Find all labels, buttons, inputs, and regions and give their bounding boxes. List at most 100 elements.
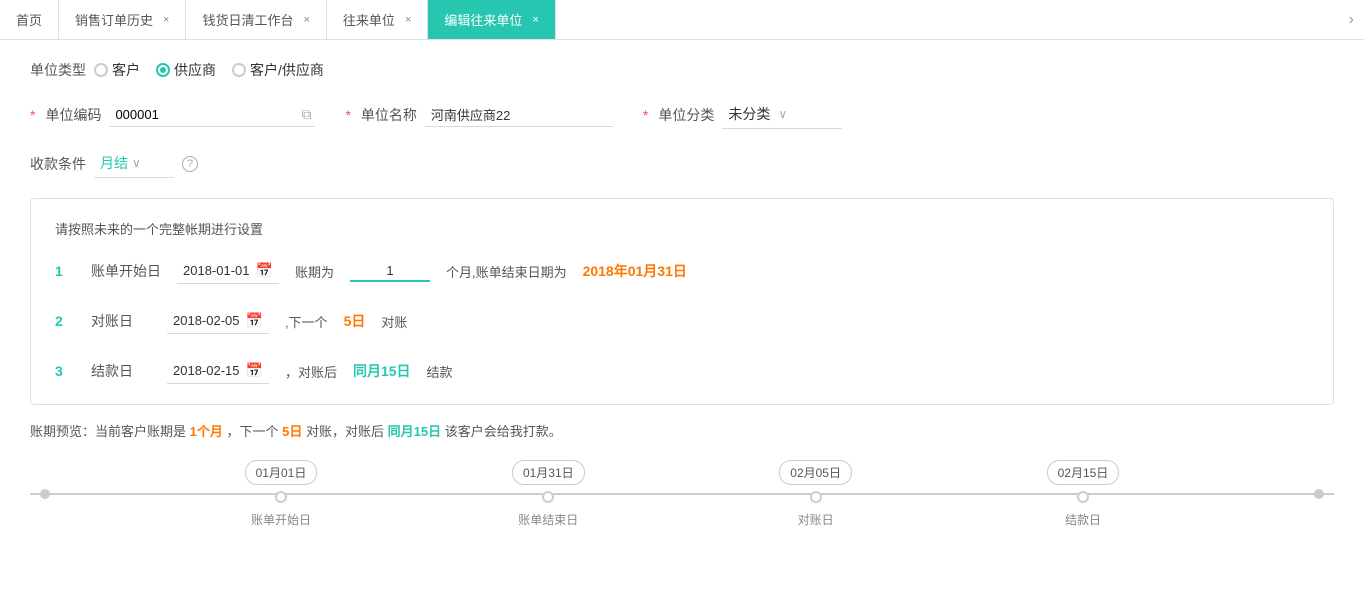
- period-box: 请按照未来的一个完整帐期进行设置 1 账单开始日 2018-01-01 📅 账期…: [30, 198, 1334, 405]
- period-date-1: 2018-01-01 📅: [177, 258, 279, 284]
- timeline-left-dot: [40, 489, 50, 499]
- summary: 账期预览：当前客户账期是 1个月 ，下一个 5日 对账，对账后 同月15日 该客…: [30, 421, 1334, 440]
- radio-supplier-circle: [156, 63, 170, 77]
- tab-sales-history-close[interactable]: ×: [163, 14, 169, 26]
- radio-supplier[interactable]: 供应商: [156, 60, 216, 80]
- timeline-label-3: 对账日: [798, 511, 834, 528]
- period-suffix-3: 结款: [427, 362, 453, 381]
- radio-customer-label: 客户: [112, 60, 140, 80]
- name-group: * 单位名称: [345, 103, 612, 127]
- period-prefix-3: ，对账后: [285, 362, 337, 381]
- period-end-date-1: 2018年01月31日: [583, 261, 687, 281]
- period-date-val-3: 2018-02-15: [173, 363, 240, 378]
- unit-type-group: 单位类型 客户 供应商 客户/供应商: [30, 60, 324, 80]
- period-date-val-1: 2018-01-01: [183, 263, 250, 278]
- tab-edit-partner[interactable]: 编辑往来单位 ×: [428, 0, 555, 39]
- code-input-wrapper: ⧉: [109, 103, 315, 127]
- timeline-container: 01月01日 账单开始日 01月31日 账单结束日 02月05日 对账日 02月…: [30, 460, 1334, 528]
- code-copy-icon[interactable]: ⧉: [297, 106, 315, 123]
- tab-edit-partner-close[interactable]: ×: [532, 14, 538, 26]
- period-prefix-2: ,下一个: [285, 312, 328, 331]
- period-cal-icon-1[interactable]: 📅: [256, 262, 273, 279]
- timeline-label-2: 账单结束日: [518, 511, 578, 528]
- period-label-3: 结款日: [91, 361, 151, 381]
- period-highlight-2: 5日: [344, 311, 366, 331]
- period-label-2: 对账日: [91, 311, 151, 331]
- main-content: 单位类型 客户 供应商 客户/供应商 * 单位编码: [0, 40, 1364, 608]
- timeline-circle-1: [275, 491, 287, 503]
- period-num-2: 2: [55, 313, 75, 329]
- tab-sales-history[interactable]: 销售订单历史 ×: [59, 0, 186, 39]
- period-num-3: 3: [55, 363, 75, 379]
- timeline-badge-3: 02月05日: [779, 460, 852, 485]
- timeline-label-1: 账单开始日: [251, 511, 311, 528]
- radio-both-label: 客户/供应商: [250, 60, 324, 80]
- tab-cash-work[interactable]: 钱货日清工作台 ×: [186, 0, 326, 39]
- tab-expand-button[interactable]: ›: [1339, 0, 1364, 39]
- radio-customer[interactable]: 客户: [94, 60, 140, 80]
- code-name-row: * 单位编码 ⧉ * 单位名称 * 单位分类 未分类 ∨: [30, 100, 1334, 129]
- tab-partner-close[interactable]: ×: [405, 14, 411, 26]
- timeline-nodes: 01月01日 账单开始日 01月31日 账单结束日 02月05日 对账日 02月…: [40, 460, 1324, 528]
- unit-type-label: 单位类型: [30, 60, 86, 80]
- timeline-badge-2: 01月31日: [512, 460, 585, 485]
- period-date-2: 2018-02-05 📅: [167, 308, 269, 334]
- timeline-label-4: 结款日: [1065, 511, 1101, 528]
- timeline-node-2: 01月31日 账单结束日: [512, 460, 585, 528]
- category-label: 单位分类: [658, 105, 714, 125]
- tab-partner[interactable]: 往来单位 ×: [327, 0, 428, 39]
- tab-bar: 首页 销售订单历史 × 钱货日清工作台 × 往来单位 × 编辑往来单位 × ›: [0, 0, 1364, 40]
- category-value: 未分类: [728, 104, 770, 124]
- period-row-2: 2 对账日 2018-02-05 📅 ,下一个 5日 对账: [55, 308, 1309, 334]
- summary-part3: 同月15日: [388, 424, 441, 439]
- timeline-node-3: 02月05日 对账日: [779, 460, 852, 528]
- summary-prefix: 账期预览：当前客户账期是: [30, 424, 186, 439]
- category-select[interactable]: 未分类 ∨: [722, 100, 842, 129]
- payment-chevron-icon: ∨: [132, 156, 141, 170]
- code-star: *: [30, 107, 35, 123]
- period-label-1: 账单开始日: [91, 261, 161, 281]
- timeline-circle-3: [810, 491, 822, 503]
- period-unit-1: 个月,账单结束日期为: [446, 262, 567, 281]
- period-num-1: 1: [55, 263, 75, 279]
- timeline-node-1: 01月01日 账单开始日: [245, 460, 318, 528]
- unit-type-row: 单位类型 客户 供应商 客户/供应商: [30, 60, 1334, 80]
- payment-select[interactable]: 月结 ∨: [94, 149, 174, 178]
- summary-sep2: 对账，对账后: [306, 424, 384, 439]
- code-label: 单位编码: [45, 105, 101, 125]
- radio-both-circle: [232, 63, 246, 77]
- period-highlight-3: 同月15日: [353, 361, 411, 381]
- radio-customer-circle: [94, 63, 108, 77]
- payment-label: 收款条件: [30, 154, 86, 174]
- tab-home[interactable]: 首页: [0, 0, 59, 39]
- timeline-badge-4: 02月15日: [1047, 460, 1120, 485]
- summary-suffix: 该客户会给我打款。: [445, 424, 562, 439]
- period-row-1: 1 账单开始日 2018-01-01 📅 账期为 个月,账单结束日期为 2018…: [55, 258, 1309, 284]
- code-input[interactable]: [109, 103, 297, 126]
- category-chevron-icon: ∨: [778, 107, 787, 121]
- period-cal-icon-2[interactable]: 📅: [246, 312, 263, 329]
- summary-sep1: ，下一个: [227, 424, 279, 439]
- radio-group: 客户 供应商 客户/供应商: [94, 60, 324, 80]
- category-group: * 单位分类 未分类 ∨: [643, 100, 842, 129]
- timeline-circle-2: [542, 491, 554, 503]
- payment-group: 收款条件 月结 ∨ ?: [30, 149, 198, 178]
- radio-supplier-label: 供应商: [174, 60, 216, 80]
- name-star: *: [345, 107, 350, 123]
- timeline-circle-4: [1077, 491, 1089, 503]
- period-date-3: 2018-02-15 📅: [167, 358, 269, 384]
- period-cal-icon-3[interactable]: 📅: [246, 362, 263, 379]
- period-input-1[interactable]: [350, 261, 430, 282]
- timeline-badge-1: 01月01日: [245, 460, 318, 485]
- period-suffix-2: 对账: [381, 312, 407, 331]
- radio-both[interactable]: 客户/供应商: [232, 60, 324, 80]
- timeline-right-dot: [1314, 489, 1324, 499]
- timeline-node-4: 02月15日 结款日: [1047, 460, 1120, 528]
- period-title: 请按照未来的一个完整帐期进行设置: [55, 219, 1309, 238]
- payment-value: 月结: [100, 153, 128, 173]
- period-suffix-1: 账期为: [295, 262, 334, 281]
- name-label: 单位名称: [361, 105, 417, 125]
- payment-help-icon[interactable]: ?: [182, 156, 198, 172]
- tab-cash-work-close[interactable]: ×: [303, 14, 309, 26]
- name-input[interactable]: [425, 103, 613, 127]
